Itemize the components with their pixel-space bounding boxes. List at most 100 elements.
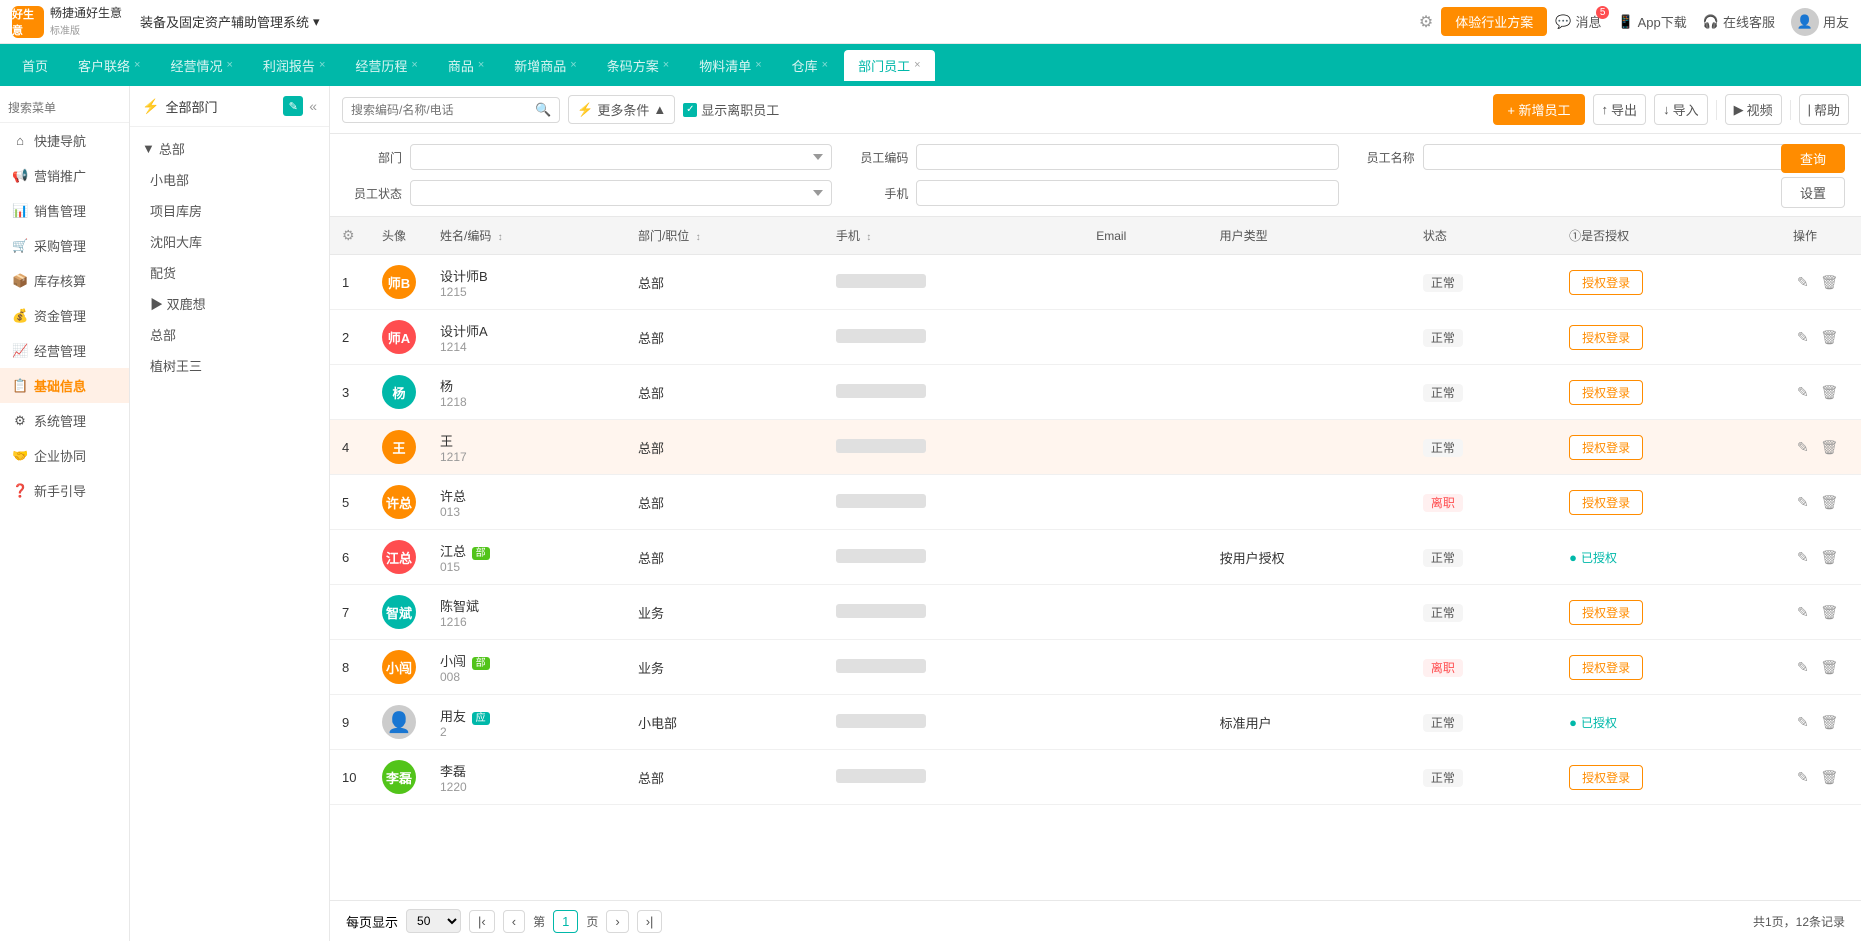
dept-item-项目库房[interactable]: 项目库房 — [130, 195, 329, 226]
nav-tab-物料清单[interactable]: 物料清单× — [685, 50, 775, 81]
first-page-button[interactable]: |‹ — [469, 910, 495, 933]
nav-tab-客户联络[interactable]: 客户联络× — [64, 50, 154, 81]
edit-icon[interactable]: ✎ — [1793, 272, 1813, 292]
delete-icon[interactable]: 🗑 — [1816, 602, 1842, 622]
close-tab-icon[interactable]: × — [755, 59, 761, 71]
auth-login-button[interactable]: 授权登录 — [1569, 600, 1643, 625]
edit-icon[interactable]: ✎ — [1793, 382, 1813, 402]
edit-icon[interactable]: ✎ — [1793, 547, 1813, 567]
dept-item-配货[interactable]: 配货 — [130, 257, 329, 288]
nav-tab-部门员工[interactable]: 部门员工× — [844, 50, 934, 81]
sidebar-item-guide[interactable]: ❓新手引导 — [0, 473, 129, 508]
delete-icon[interactable]: 🗑 — [1816, 272, 1842, 292]
edit-icon[interactable]: ✎ — [1793, 602, 1813, 622]
auth-login-button[interactable]: 授权登录 — [1569, 270, 1643, 295]
video-button[interactable]: ▶ 视频 — [1725, 94, 1782, 125]
dept-filter-select[interactable] — [410, 144, 832, 170]
all-dept-label[interactable]: 全部部门 — [165, 97, 277, 116]
query-button[interactable]: 查询 — [1781, 144, 1845, 173]
message-button[interactable]: 💬 消息 5 — [1555, 12, 1601, 31]
delete-icon[interactable]: 🗑 — [1816, 712, 1842, 732]
auth-login-button[interactable]: 授权登录 — [1569, 490, 1643, 515]
edit-icon[interactable]: ✎ — [1793, 492, 1813, 512]
emp-code-input[interactable] — [916, 144, 1338, 170]
delete-icon[interactable]: 🗑 — [1816, 382, 1842, 402]
import-button[interactable]: ↓ 导入 — [1654, 94, 1708, 125]
close-tab-icon[interactable]: × — [319, 59, 325, 71]
sidebar-item-purchase[interactable]: 🛒采购管理 — [0, 228, 129, 263]
col-settings-icon[interactable]: ⚙ — [342, 227, 355, 243]
close-tab-icon[interactable]: × — [411, 59, 417, 71]
auth-login-button[interactable]: 授权登录 — [1569, 435, 1643, 460]
sidebar-item-inventory[interactable]: 📦库存核算 — [0, 263, 129, 298]
sidebar-item-marketing[interactable]: 📢营销推广 — [0, 158, 129, 193]
col-dept-header[interactable]: 部门/职位 ↕ — [626, 217, 824, 255]
sidebar-item-quick-nav[interactable]: ⌂快捷导航 — [0, 123, 129, 158]
close-tab-icon[interactable]: × — [478, 59, 484, 71]
nav-tab-利润报告[interactable]: 利润报告× — [249, 50, 339, 81]
col-phone-header[interactable]: 手机 ↕ — [824, 217, 1084, 255]
last-page-button[interactable]: ›| — [637, 910, 663, 933]
sidebar-search-input[interactable] — [8, 101, 130, 115]
dept-item-双鹿想[interactable]: ▶ 双鹿想 — [130, 288, 329, 319]
sidebar-item-operations[interactable]: 📈经营管理 — [0, 333, 129, 368]
edit-icon[interactable]: ✎ — [1793, 767, 1813, 787]
prev-page-button[interactable]: ‹ — [503, 910, 525, 933]
phone-input[interactable] — [916, 180, 1338, 206]
edit-icon[interactable]: ✎ — [1793, 437, 1813, 457]
close-tab-icon[interactable]: × — [570, 59, 576, 71]
gear-icon[interactable]: ⚙ — [1419, 12, 1433, 32]
edit-dept-icon[interactable]: ✎ — [283, 96, 303, 116]
nav-tab-新增商品[interactable]: 新增商品× — [500, 50, 590, 81]
dept-item-小电部[interactable]: 小电部 — [130, 164, 329, 195]
close-tab-icon[interactable]: × — [134, 59, 140, 71]
sidebar-item-finance[interactable]: 💰资金管理 — [0, 298, 129, 333]
auth-login-button[interactable]: 授权登录 — [1569, 765, 1643, 790]
delete-icon[interactable]: 🗑 — [1816, 492, 1842, 512]
app-download-button[interactable]: 📱 App下载 — [1617, 12, 1686, 31]
show-resigned-toggle[interactable]: ✓ 显示离职员工 — [683, 100, 779, 119]
delete-icon[interactable]: 🗑 — [1816, 547, 1842, 567]
delete-icon[interactable]: 🗑 — [1816, 437, 1842, 457]
search-input[interactable] — [351, 103, 531, 117]
dept-item-总部[interactable]: 总部 — [130, 319, 329, 350]
close-tab-icon[interactable]: × — [226, 59, 232, 71]
user-menu[interactable]: 👤 用友 — [1791, 8, 1849, 36]
close-tab-icon[interactable]: × — [663, 59, 669, 71]
dept-item-沈阳大库[interactable]: 沈阳大库 — [130, 226, 329, 257]
more-filter-button[interactable]: ⚡ 更多条件 ▲ — [568, 95, 675, 124]
sidebar-item-system[interactable]: ⚙系统管理 — [0, 403, 129, 438]
edit-icon[interactable]: ✎ — [1793, 327, 1813, 347]
close-tab-icon[interactable]: × — [914, 59, 920, 71]
col-name-header[interactable]: 姓名/编码 ↕ — [428, 217, 626, 255]
delete-icon[interactable]: 🗑 — [1816, 657, 1842, 677]
nav-tab-经营情况[interactable]: 经营情况× — [156, 50, 246, 81]
auth-login-button[interactable]: 授权登录 — [1569, 325, 1643, 350]
emp-status-select[interactable] — [410, 180, 832, 206]
next-page-button[interactable]: › — [606, 910, 628, 933]
edit-icon[interactable]: ✎ — [1793, 712, 1813, 732]
nav-tab-首页[interactable]: 首页 — [8, 50, 62, 81]
nav-tab-经营历程[interactable]: 经营历程× — [341, 50, 431, 81]
nav-tab-仓库[interactable]: 仓库× — [778, 50, 842, 81]
close-tab-icon[interactable]: × — [822, 59, 828, 71]
delete-icon[interactable]: 🗑 — [1816, 767, 1842, 787]
edit-icon[interactable]: ✎ — [1793, 657, 1813, 677]
dept-item-植树王三[interactable]: 植树王三 — [130, 350, 329, 381]
trial-button[interactable]: 体验行业方案 — [1441, 7, 1547, 36]
online-service-button[interactable]: 🎧 在线客服 — [1703, 12, 1775, 31]
auth-login-button[interactable]: 授权登录 — [1569, 655, 1643, 680]
dept-item-root[interactable]: ▼总部 — [130, 133, 329, 164]
nav-tab-商品[interactable]: 商品× — [434, 50, 498, 81]
delete-icon[interactable]: 🗑 — [1816, 327, 1842, 347]
nav-tab-条码方案[interactable]: 条码方案× — [593, 50, 683, 81]
page-size-select[interactable]: 50 20 100 — [406, 909, 461, 933]
sidebar-item-basic[interactable]: 📋基础信息 — [0, 368, 129, 403]
reset-button[interactable]: 设置 — [1781, 177, 1845, 208]
auth-login-button[interactable]: 授权登录 — [1569, 380, 1643, 405]
collapse-icon[interactable]: « — [309, 98, 317, 114]
add-employee-button[interactable]: + 新增员工 — [1493, 94, 1584, 125]
sidebar-item-collab[interactable]: 🤝企业协同 — [0, 438, 129, 473]
help-button[interactable]: | 帮助 — [1799, 94, 1849, 125]
chevron-down-icon[interactable]: ▾ — [313, 14, 320, 30]
